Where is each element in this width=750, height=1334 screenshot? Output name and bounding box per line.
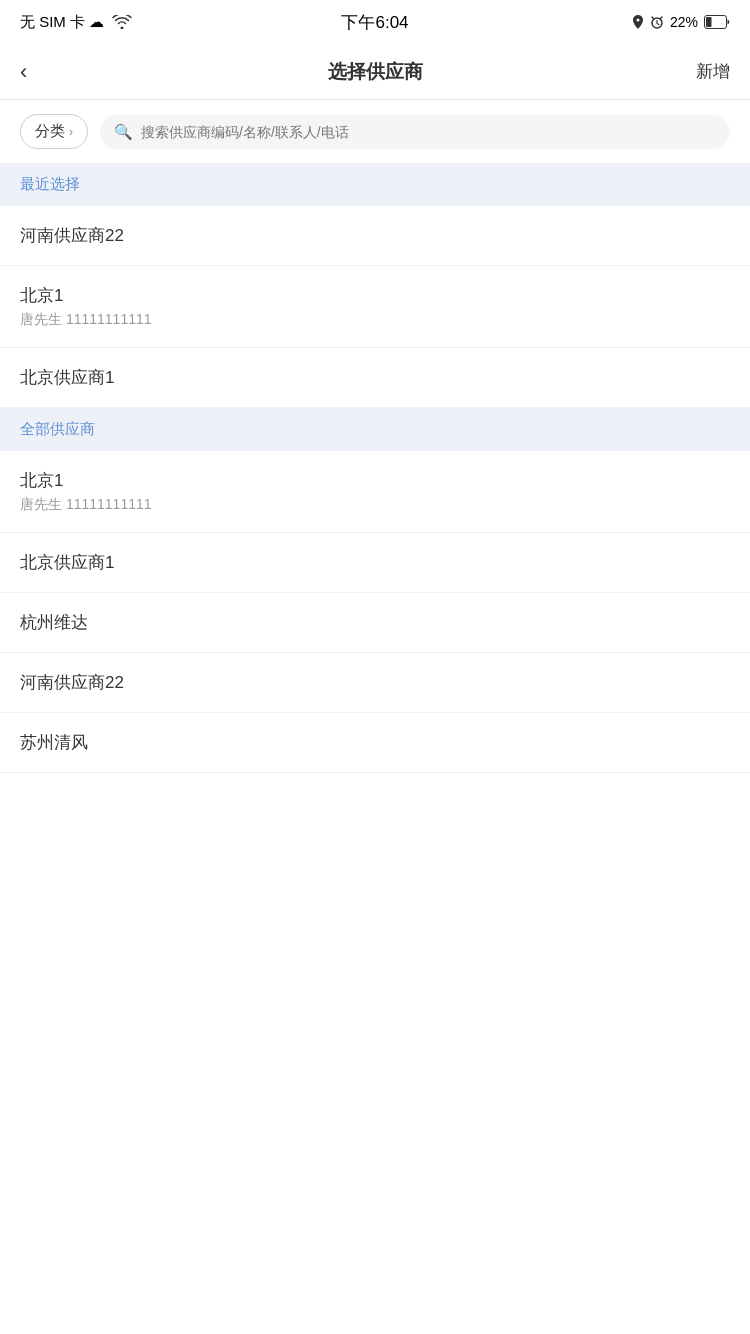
nav-bar: ‹ 选择供应商 新增 [0, 44, 750, 100]
item-name: 河南供应商22 [20, 671, 730, 694]
battery-level: 22% [670, 14, 698, 30]
supplier-list: 最近选择河南供应商22 北京1 唐先生 11111111111 北京供应商1 全部供应商… [0, 163, 750, 773]
add-button[interactable]: 新增 [696, 60, 730, 83]
item-sub: 唐先生 11111111111 [20, 496, 730, 514]
category-button[interactable]: 分类 › [20, 114, 88, 149]
item-name: 北京供应商1 [20, 366, 730, 389]
section-header-all: 全部供应商 [0, 408, 750, 451]
item-name: 北京供应商1 [20, 551, 730, 574]
item-sub: 唐先生 11111111111 [20, 311, 730, 329]
section-header-recent: 最近选择 [0, 163, 750, 206]
page-title: 选择供应商 [328, 59, 423, 85]
sim-status: 无 SIM 卡 ☁ [20, 13, 104, 32]
list-item[interactable]: 河南供应商22 [0, 206, 750, 266]
item-name: 河南供应商22 [20, 224, 730, 247]
list-item[interactable]: 苏州清风 [0, 713, 750, 773]
item-name: 北京1 [20, 469, 730, 492]
status-bar: 无 SIM 卡 ☁ 下午6:04 22% [0, 0, 750, 44]
item-name: 北京1 [20, 284, 730, 307]
item-name: 苏州清风 [20, 731, 730, 754]
svg-rect-2 [706, 17, 712, 27]
filter-bar: 分类 › 🔍 [0, 100, 750, 163]
list-item[interactable]: 北京供应商1 [0, 348, 750, 408]
list-item[interactable]: 北京供应商1 [0, 533, 750, 593]
list-item[interactable]: 河南供应商22 [0, 653, 750, 713]
status-time: 下午6:04 [341, 11, 408, 34]
search-icon: 🔍 [114, 123, 133, 141]
battery-icon [704, 15, 730, 29]
search-input[interactable] [141, 124, 716, 140]
chevron-right-icon: › [69, 125, 73, 139]
list-item[interactable]: 杭州维达 [0, 593, 750, 653]
back-button[interactable]: ‹ [12, 51, 35, 93]
category-label: 分类 [35, 122, 65, 141]
alarm-icon [650, 15, 664, 29]
status-left: 无 SIM 卡 ☁ [20, 13, 132, 32]
item-name: 杭州维达 [20, 611, 730, 634]
wifi-icon [112, 15, 132, 29]
status-right: 22% [632, 14, 730, 30]
search-bar: 🔍 [100, 115, 730, 149]
list-item[interactable]: 北京1 唐先生 11111111111 [0, 266, 750, 348]
list-item[interactable]: 北京1 唐先生 11111111111 [0, 451, 750, 533]
location-icon [632, 15, 644, 29]
